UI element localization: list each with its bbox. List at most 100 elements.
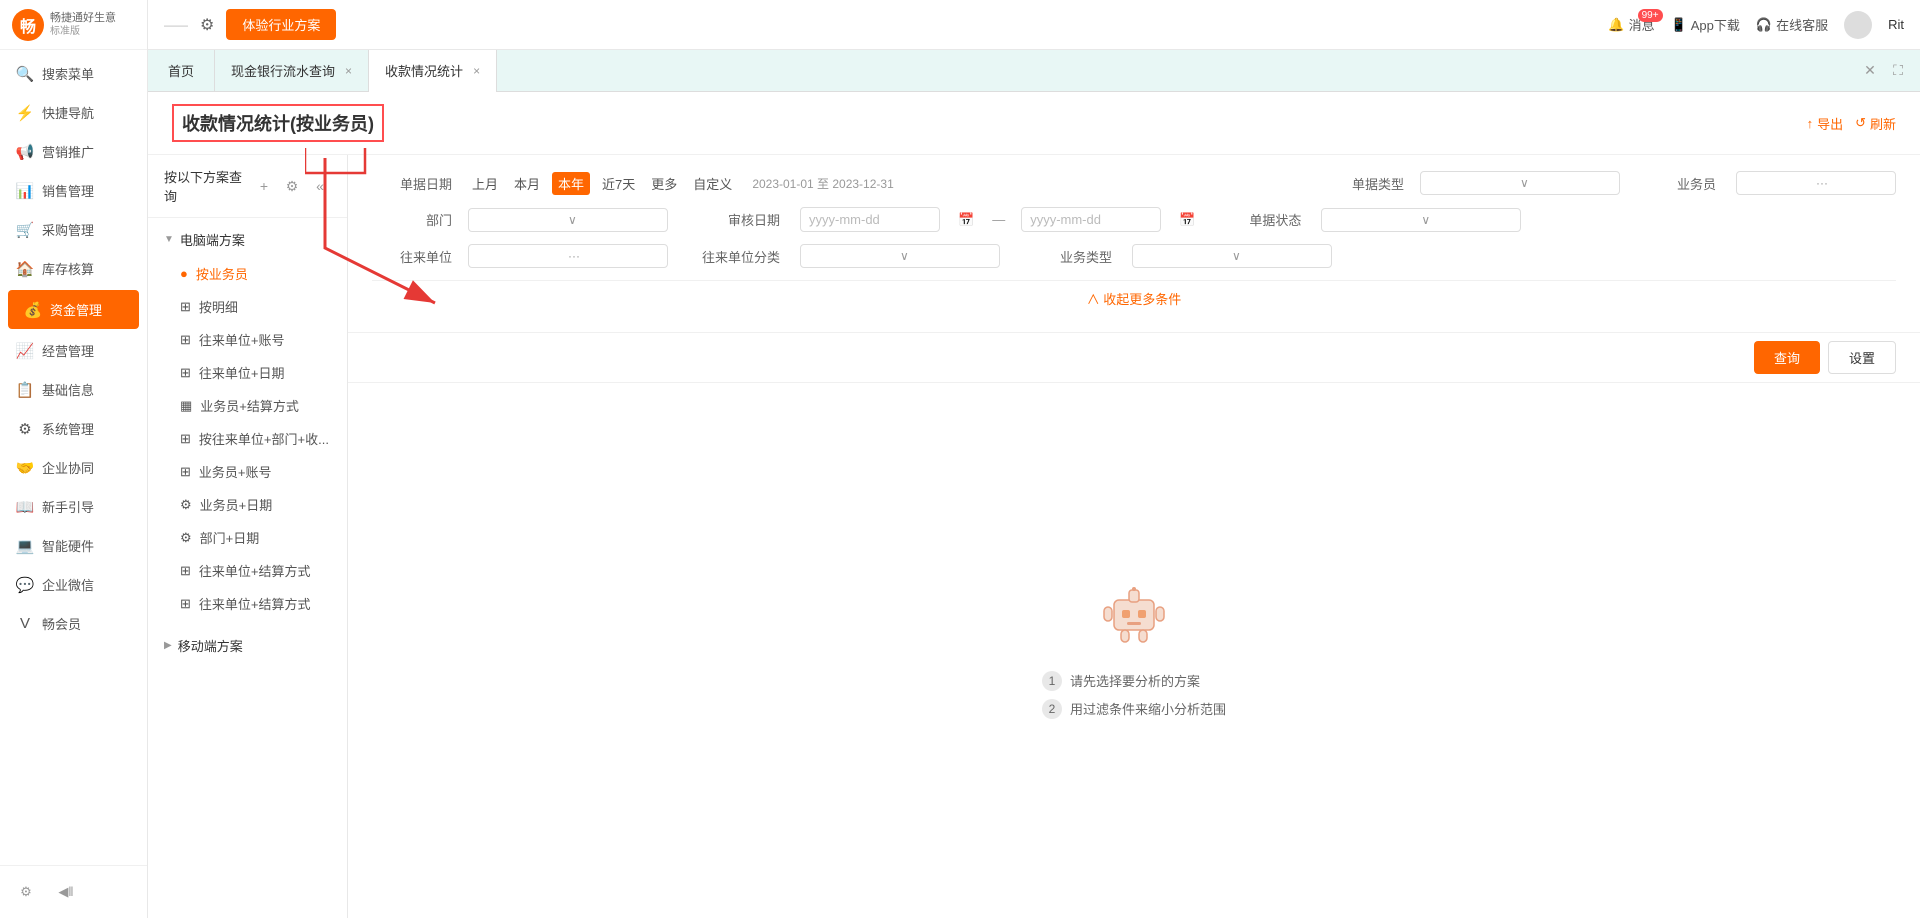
chevron-down-icon: ▼ <box>164 234 174 245</box>
online-service-button[interactable]: 🎧 在线客服 <box>1756 15 1828 34</box>
dept-select[interactable]: ∨ <box>468 208 668 232</box>
tree-item-by-detail[interactable]: ⊞ 按明细 <box>148 290 347 323</box>
sidebar-item-basic-info[interactable]: 📋 基础信息 <box>0 370 147 409</box>
tree-section-desktop-header[interactable]: ▼ 电脑端方案 <box>148 222 347 257</box>
sidebar-item-search[interactable]: 🔍 搜索菜单 <box>0 54 147 93</box>
header-actions: 🔔 消息 99+ 📱 App下载 🎧 在线客服 Rit <box>1608 11 1904 39</box>
sidebar-item-sales[interactable]: 📊 销售管理 <box>0 171 147 210</box>
more-icon: ··· <box>568 249 655 263</box>
receipt-status-select[interactable]: ∨ <box>1321 208 1521 232</box>
empty-state: 1 请先选择要分析的方案 2 用过滤条件来缩小分析范围 <box>348 383 1920 918</box>
sidebar-item-collab[interactable]: 🤝 企业协同 <box>0 448 147 487</box>
counterparty-select[interactable]: ··· <box>468 244 668 268</box>
add-scheme-btn[interactable]: + <box>253 175 275 197</box>
tree-item-dept-date[interactable]: ⚙ 部门+日期 <box>148 521 347 554</box>
date-tab-more[interactable]: 更多 <box>647 172 681 195</box>
sidebar-item-member[interactable]: V 畅会员 <box>0 604 147 643</box>
filter-row-2: 部门 ∨ 审核日期 yyyy-mm-dd 📅 — yyyy-mm-dd 📅 单据… <box>372 207 1896 232</box>
main-layout: 按以下方案查询 + ⚙ « ▼ 电脑端方案 ● 按业务员 <box>148 155 1920 918</box>
window-close-btn[interactable]: ✕ <box>1860 61 1880 81</box>
top-header: —— ⚙ 体验行业方案 🔔 消息 99+ 📱 App下载 🎧 在线客服 Rit <box>148 0 1920 50</box>
finance-icon: 💰 <box>24 301 42 319</box>
export-button[interactable]: ↑ 导出 <box>1807 114 1844 133</box>
tab-bank-flow[interactable]: 现金银行流水查询 × <box>215 50 369 92</box>
gear-button[interactable]: ⚙ <box>200 15 214 35</box>
tree-section-mobile-header[interactable]: ▶ 移动端方案 <box>148 628 347 663</box>
calendar-icon-end[interactable]: 📅 <box>1179 212 1195 228</box>
salesperson-select[interactable]: ··· <box>1736 171 1896 195</box>
right-panel: 单据日期 上月 本月 本年 近7天 更多 自定义 2023-01-01 至 20… <box>348 155 1920 918</box>
sidebar-item-marketing[interactable]: 📢 营销推广 <box>0 132 147 171</box>
date-filter-control: 上月 本月 本年 近7天 更多 自定义 2023-01-01 至 2023-12… <box>468 172 1308 195</box>
collapse-panel-btn[interactable]: « <box>309 175 331 197</box>
action-bar: 查询 设置 <box>348 333 1920 383</box>
logo-text: 畅捷通好生意 标准版 <box>50 11 116 38</box>
receipt-type-select[interactable]: ∨ <box>1420 171 1620 195</box>
marketing-icon: 📢 <box>16 143 34 161</box>
app-download-button[interactable]: 📱 App下载 <box>1671 15 1740 34</box>
sidebar-item-quicknav[interactable]: ⚡ 快捷导航 <box>0 93 147 132</box>
empty-step-2: 2 用过滤条件来缩小分析范围 <box>1042 699 1226 719</box>
sidebar-item-guide[interactable]: 📖 新手引导 <box>0 487 147 526</box>
chevron-down-icon: ∨ <box>1421 213 1512 227</box>
empty-step-1: 1 请先选择要分析的方案 <box>1042 671 1226 691</box>
calendar-icon-start[interactable]: 📅 <box>958 212 974 228</box>
tree-item-counterparty-date[interactable]: ⊞ 往来单位+日期 <box>148 356 347 389</box>
tree-item-salesperson-date[interactable]: ⚙ 业务员+日期 <box>148 488 347 521</box>
refresh-button[interactable]: ↺ 刷新 <box>1855 114 1896 133</box>
date-range-display: 2023-01-01 至 2023-12-31 <box>752 175 893 192</box>
settings-footer-btn[interactable]: ⚙ <box>10 876 42 908</box>
counterparty-category-select[interactable]: ∨ <box>800 244 1000 268</box>
tab-bar: 首页 现金银行流水查询 × 收款情况统计 × ✕ ⛶ <box>148 50 1920 92</box>
date-tab-this-year[interactable]: 本年 <box>552 172 590 195</box>
tree-item-salesperson-settlement[interactable]: ▦ 业务员+结算方式 <box>148 389 347 422</box>
tab-collection-stats[interactable]: 收款情况统计 × <box>369 50 497 92</box>
user-name: Rit <box>1888 17 1904 32</box>
date-tab-this-month[interactable]: 本月 <box>510 172 544 195</box>
business-type-label: 业务类型 <box>1032 247 1112 266</box>
settings-button[interactable]: 设置 <box>1828 341 1896 374</box>
tree-item-counterparty-account[interactable]: ⊞ 往来单位+账号 <box>148 323 347 356</box>
collapse-filter-btn[interactable]: ∧ 收起更多条件 <box>372 280 1896 316</box>
audit-date-end-input[interactable]: yyyy-mm-dd <box>1021 207 1161 232</box>
counterparty-category-label: 往来单位分类 <box>700 247 780 266</box>
tree-item-by-salesperson[interactable]: ● 按业务员 <box>148 257 347 290</box>
tab-close-bank-flow[interactable]: × <box>345 64 352 78</box>
hardware-icon: 💻 <box>16 537 34 555</box>
sidebar-item-system[interactable]: ⚙ 系统管理 <box>0 409 147 448</box>
sidebar-item-purchase[interactable]: 🛒 采购管理 <box>0 210 147 249</box>
sidebar-item-hardware[interactable]: 💻 智能硬件 <box>0 526 147 565</box>
page-title: 收款情况统计(按业务员) <box>172 104 384 142</box>
system-icon: ⚙ <box>16 420 34 438</box>
tree-section-mobile: ▶ 移动端方案 <box>148 624 347 667</box>
date-tab-custom[interactable]: 自定义 <box>689 172 736 195</box>
sidebar-item-enterprise-wechat[interactable]: 💬 企业微信 <box>0 565 147 604</box>
tree-item-counterparty-settlement1[interactable]: ⊞ 往来单位+结算方式 <box>148 554 347 587</box>
empty-illustration <box>1094 575 1174 655</box>
trial-button[interactable]: 体验行业方案 <box>226 9 336 40</box>
date-tab-last-month[interactable]: 上月 <box>468 172 502 195</box>
left-panel: 按以下方案查询 + ⚙ « ▼ 电脑端方案 ● 按业务员 <box>148 155 348 918</box>
tab-close-collection-stats[interactable]: × <box>473 64 480 78</box>
header-breadcrumb: —— <box>164 17 188 32</box>
business-type-select[interactable]: ∨ <box>1132 244 1332 268</box>
page-header-actions: ↑ 导出 ↺ 刷新 <box>1807 114 1896 133</box>
audit-date-start-input[interactable]: yyyy-mm-dd <box>800 207 940 232</box>
scheme-settings-btn[interactable]: ⚙ <box>281 175 303 197</box>
tree-item-counterparty-settlement2[interactable]: ⊞ 往来单位+结算方式 <box>148 587 347 620</box>
sidebar-item-finance[interactable]: 💰 资金管理 <box>8 290 139 329</box>
sidebar-item-management[interactable]: 📈 经营管理 <box>0 331 147 370</box>
user-avatar[interactable] <box>1844 11 1872 39</box>
notification-button[interactable]: 🔔 消息 99+ <box>1608 15 1654 34</box>
sidebar-item-inventory[interactable]: 🏠 库存核算 <box>0 249 147 288</box>
tab-home[interactable]: 首页 <box>148 50 215 92</box>
sales-icon: 📊 <box>16 182 34 200</box>
tree-item-salesperson-account[interactable]: ⊞ 业务员+账号 <box>148 455 347 488</box>
refresh-icon: ↺ <box>1855 115 1866 131</box>
collapse-footer-btn[interactable]: ◀‖ <box>50 876 82 908</box>
window-maximize-btn[interactable]: ⛶ <box>1888 61 1908 81</box>
tree-item-counterparty-dept[interactable]: ⊞ 按往来单位+部门+收... <box>148 422 347 455</box>
query-button[interactable]: 查询 <box>1754 341 1820 374</box>
basic-info-icon: 📋 <box>16 381 34 399</box>
date-tab-7days[interactable]: 近7天 <box>598 172 639 195</box>
